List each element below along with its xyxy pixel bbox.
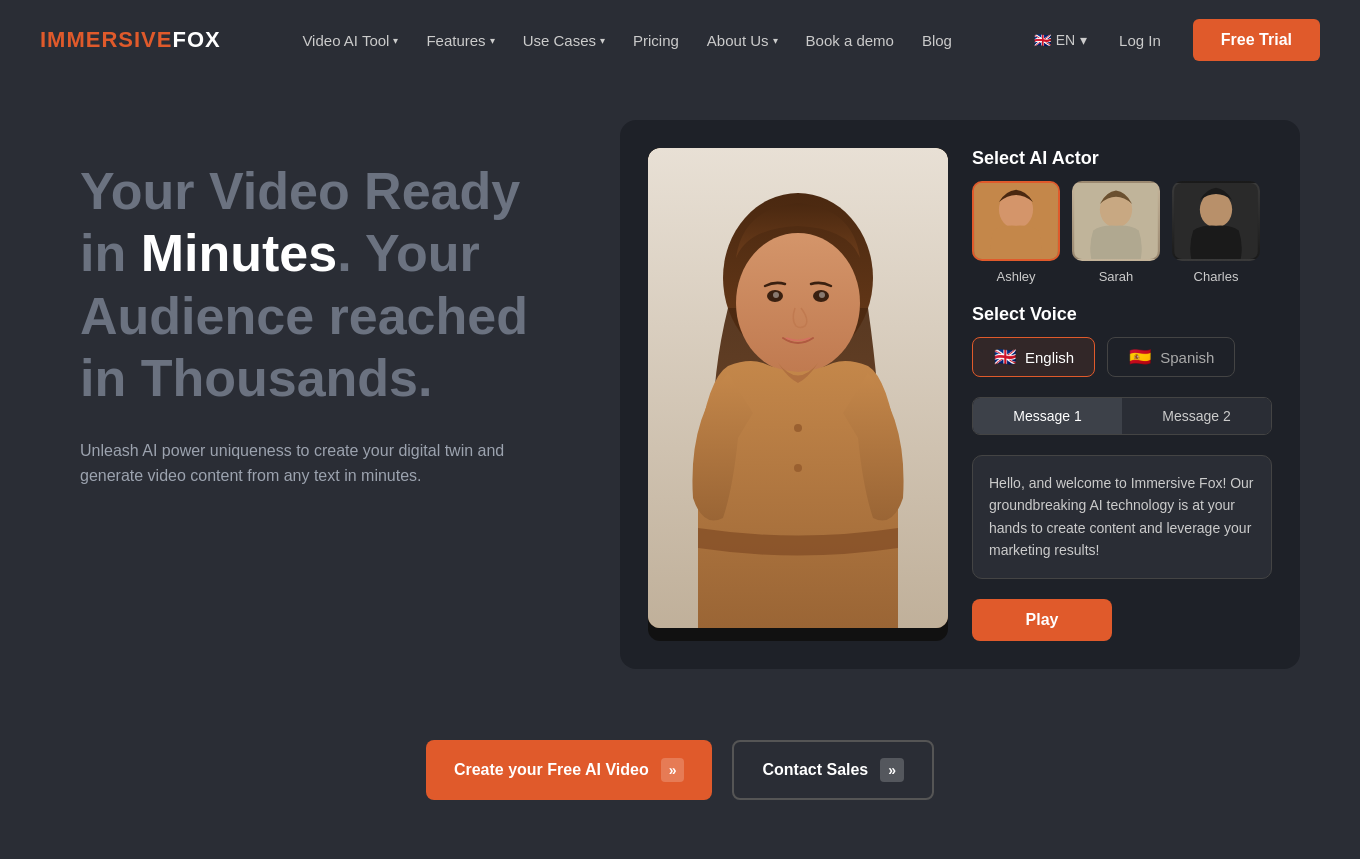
actor-selection-section: Select AI Actor Ashley — [972, 148, 1272, 284]
actor-card-ashley[interactable]: Ashley — [972, 181, 1060, 284]
brand-name-part1: IMMERSIVE — [40, 27, 172, 52]
actor-grid: Ashley Sarah — [972, 181, 1272, 284]
actor-video-frame — [648, 148, 948, 628]
select-actor-label: Select AI Actor — [972, 148, 1272, 169]
hero-section: Your Video Ready in Minutes. Your Audien… — [80, 120, 620, 489]
message-tabs-section: Message 1 Message 2 — [972, 397, 1272, 435]
controls-panel: Select AI Actor Ashley — [972, 148, 1272, 641]
login-button[interactable]: Log In — [1103, 24, 1177, 57]
message-box: Hello, and welcome to Immersive Fox! Our… — [972, 455, 1272, 579]
nav-item-use-cases[interactable]: Use Cases ▾ — [523, 32, 605, 49]
chevron-down-icon: ▾ — [393, 35, 398, 46]
message-tab-2[interactable]: Message 2 — [1122, 398, 1271, 434]
svg-point-9 — [794, 464, 802, 472]
voice-btn-spanish[interactable]: 🇪🇸 Spanish — [1107, 337, 1235, 377]
cta-section: Create your Free AI Video » Contact Sale… — [0, 720, 1360, 840]
brand-logo[interactable]: IMMERSIVEFOX — [40, 27, 221, 53]
main-content: Your Video Ready in Minutes. Your Audien… — [0, 80, 1360, 720]
arrow-right-icon: » — [880, 758, 904, 782]
chevron-down-icon: ▾ — [1080, 32, 1087, 48]
svg-point-8 — [794, 424, 802, 432]
play-button[interactable]: Play — [972, 599, 1112, 641]
nav-right: 🇬🇧 EN ▾ Log In Free Trial — [1034, 19, 1320, 61]
nav-item-about-us[interactable]: About Us ▾ — [707, 32, 778, 49]
svg-point-3 — [736, 233, 860, 373]
nav-item-book-demo[interactable]: Book a demo — [806, 32, 894, 49]
actor-visual — [648, 148, 948, 628]
message-tab-1[interactable]: Message 1 — [973, 398, 1122, 434]
voice-selection-section: Select Voice 🇬🇧 English 🇪🇸 Spanish — [972, 304, 1272, 377]
svg-point-6 — [773, 292, 779, 298]
create-free-video-button[interactable]: Create your Free AI Video » — [426, 740, 713, 800]
chevron-down-icon: ▾ — [600, 35, 605, 46]
svg-point-15 — [1200, 192, 1232, 228]
flag-uk-icon: 🇬🇧 — [1034, 32, 1051, 48]
actor-name-sarah: Sarah — [1099, 269, 1134, 284]
actor-thumbnail-sarah[interactable] — [1072, 181, 1160, 261]
actor-name-ashley: Ashley — [996, 269, 1035, 284]
navbar: IMMERSIVEFOX Video AI Tool ▾ Features ▾ … — [0, 0, 1360, 80]
hero-title: Your Video Ready in Minutes. Your Audien… — [80, 160, 580, 410]
actor-thumbnail-charles[interactable] — [1172, 181, 1260, 261]
nav-item-video-ai-tool[interactable]: Video AI Tool ▾ — [302, 32, 398, 49]
demo-card: Select AI Actor Ashley — [620, 120, 1300, 669]
flag-uk-icon: 🇬🇧 — [993, 348, 1017, 366]
voice-grid: 🇬🇧 English 🇪🇸 Spanish — [972, 337, 1272, 377]
message-tabs: Message 1 Message 2 — [972, 397, 1272, 435]
arrow-right-icon: » — [661, 758, 685, 782]
actor-thumbnail-ashley[interactable] — [972, 181, 1060, 261]
language-selector[interactable]: 🇬🇧 EN ▾ — [1034, 32, 1087, 48]
nav-item-features[interactable]: Features ▾ — [426, 32, 494, 49]
select-voice-label: Select Voice — [972, 304, 1272, 325]
flag-spain-icon: 🇪🇸 — [1128, 348, 1152, 366]
video-preview — [648, 148, 948, 641]
contact-sales-button[interactable]: Contact Sales » — [732, 740, 934, 800]
actor-card-charles[interactable]: Charles — [1172, 181, 1260, 284]
hero-subtitle: Unleash AI power uniqueness to create yo… — [80, 438, 560, 489]
nav-item-pricing[interactable]: Pricing — [633, 32, 679, 49]
voice-btn-english[interactable]: 🇬🇧 English — [972, 337, 1095, 377]
chevron-down-icon: ▾ — [773, 35, 778, 46]
actor-card-sarah[interactable]: Sarah — [1072, 181, 1160, 284]
svg-point-7 — [819, 292, 825, 298]
chevron-down-icon: ▾ — [490, 35, 495, 46]
message-text: Hello, and welcome to Immersive Fox! Our… — [989, 472, 1255, 562]
free-trial-button[interactable]: Free Trial — [1193, 19, 1320, 61]
actor-name-charles: Charles — [1194, 269, 1239, 284]
brand-name-part2: FOX — [172, 27, 220, 52]
nav-item-blog[interactable]: Blog — [922, 32, 952, 49]
nav-links: Video AI Tool ▾ Features ▾ Use Cases ▾ P… — [302, 32, 952, 49]
